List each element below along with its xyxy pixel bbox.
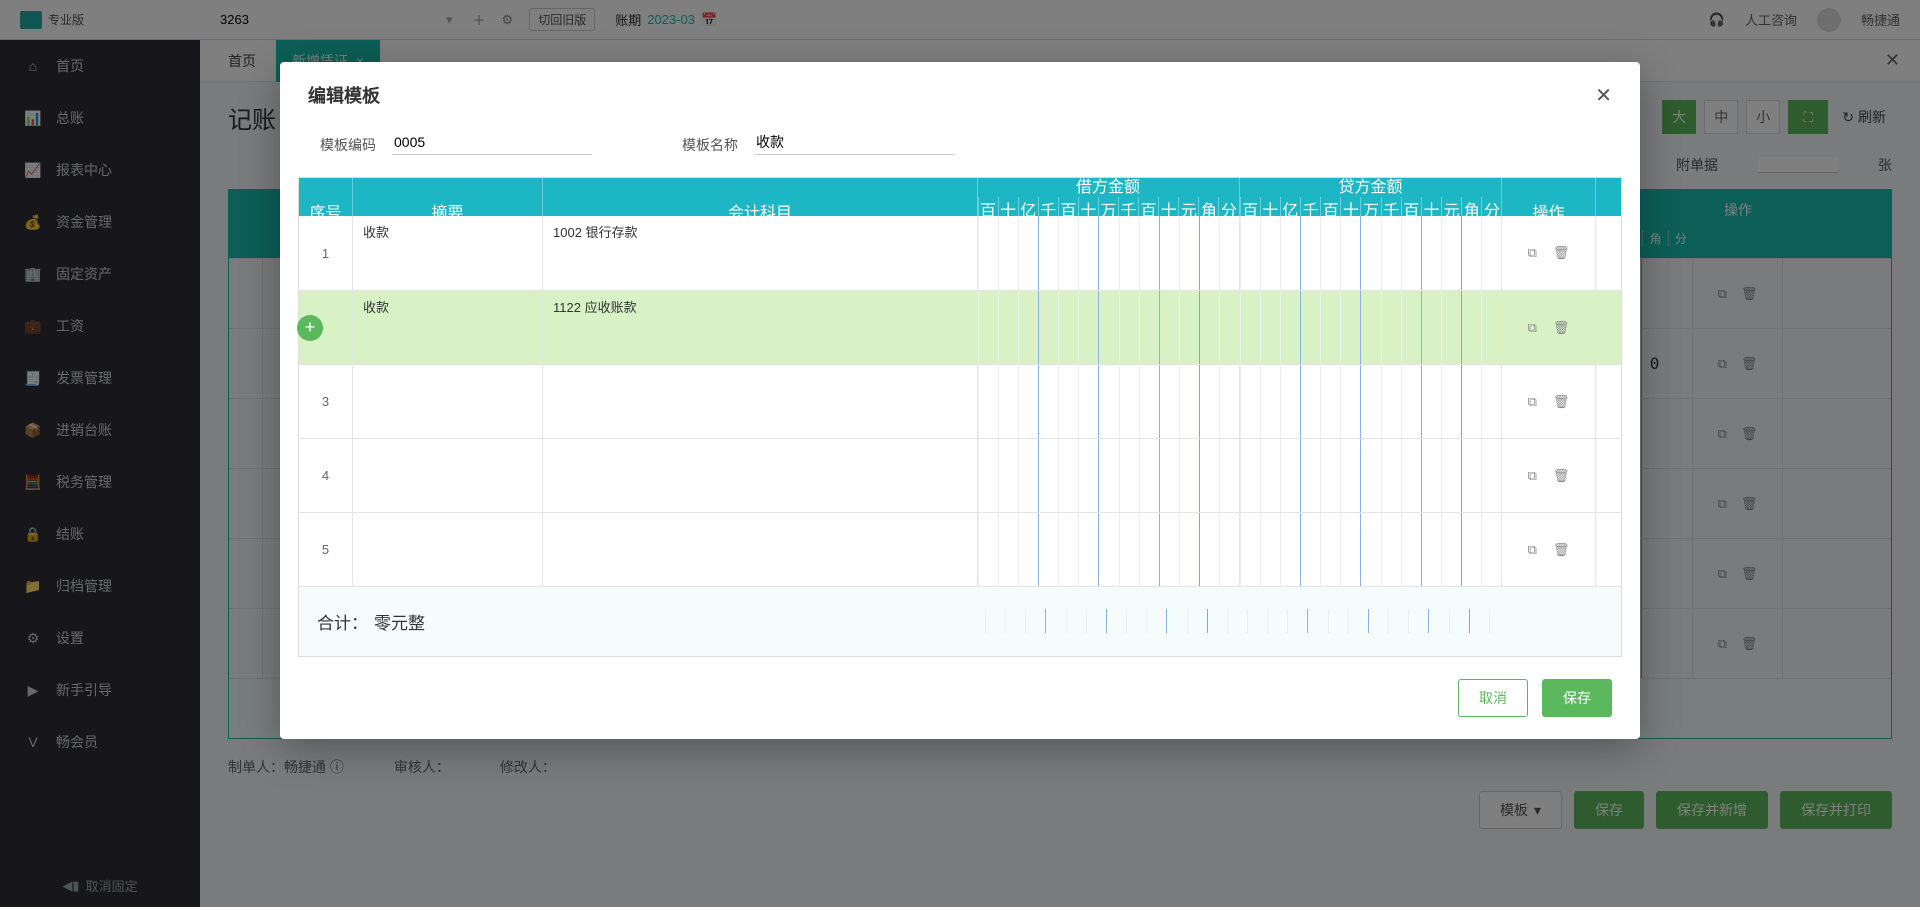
row-subject[interactable] [543, 439, 978, 512]
tpl-name-input[interactable] [754, 130, 954, 155]
template-row[interactable]: 1收款1002 银行存款⧉🗑 [299, 216, 1621, 290]
row-amount[interactable] [978, 439, 1240, 512]
add-row-button[interactable]: + [297, 315, 323, 341]
row-subject[interactable] [543, 513, 978, 586]
copy-icon[interactable]: ⧉ [1528, 245, 1537, 261]
row-amount[interactable] [978, 513, 1240, 586]
delete-icon[interactable]: 🗑 [1553, 245, 1570, 261]
row-amount[interactable] [1240, 513, 1502, 586]
tpl-name-label: 模板名称 [682, 135, 738, 155]
row-amount[interactable] [1240, 216, 1502, 290]
row-summary[interactable]: 收款 [353, 216, 543, 290]
row-subject[interactable]: 1002 银行存款 [543, 216, 978, 290]
delete-icon[interactable]: 🗑 [1553, 468, 1570, 484]
row-amount[interactable] [978, 291, 1240, 364]
cancel-button[interactable]: 取消 [1458, 679, 1528, 717]
row-amount[interactable] [1240, 439, 1502, 512]
modal-title: 编辑模板 [308, 82, 380, 108]
copy-icon[interactable]: ⧉ [1528, 320, 1537, 336]
copy-icon[interactable]: ⧉ [1528, 542, 1537, 558]
row-summary[interactable]: 收款 [353, 291, 543, 364]
template-row[interactable]: 3⧉🗑 [299, 364, 1621, 438]
template-row[interactable]: + 收款1122 应收账款 ⧉ 🗑 [299, 290, 1621, 364]
modal-actions: 取消 保存 [280, 657, 1640, 717]
template-row[interactable]: 4⧉🗑 [299, 438, 1621, 512]
total-row: 合计： 零元整 [299, 586, 1621, 656]
row-summary[interactable] [353, 513, 543, 586]
delete-icon[interactable]: 🗑 [1553, 394, 1570, 410]
edit-template-modal: 编辑模板 ✕ 模板编码 模板名称 序号 摘要 会计科目 [280, 62, 1640, 739]
tpl-code-input[interactable] [392, 130, 592, 155]
template-table: 序号 摘要 会计科目 借方金额 贷方金额 百十亿千百十万千百十元角分 百十亿千百… [298, 177, 1622, 657]
row-amount[interactable] [1240, 365, 1502, 438]
total-text: 零元整 [374, 609, 425, 634]
delete-icon[interactable]: 🗑 [1553, 542, 1570, 558]
col-credit: 贷方金额 [1240, 173, 1502, 197]
row-amount[interactable] [978, 365, 1240, 438]
row-amount[interactable] [978, 216, 1240, 290]
row-subject[interactable]: 1122 应收账款 [543, 291, 978, 364]
tpl-code-label: 模板编码 [320, 135, 376, 155]
delete-icon[interactable]: 🗑 [1553, 320, 1570, 336]
modal-form: 模板编码 模板名称 [280, 122, 1640, 177]
total-label: 合计： [317, 609, 368, 634]
close-icon[interactable]: ✕ [1595, 83, 1612, 108]
row-subject[interactable] [543, 365, 978, 438]
save-button[interactable]: 保存 [1542, 679, 1612, 717]
row-summary[interactable] [353, 365, 543, 438]
row-summary[interactable] [353, 439, 543, 512]
row-amount[interactable] [1240, 291, 1502, 364]
template-row[interactable]: 5⧉🗑 [299, 512, 1621, 586]
copy-icon[interactable]: ⧉ [1528, 394, 1537, 410]
col-debit: 借方金额 [978, 173, 1240, 197]
modal-overlay: 编辑模板 ✕ 模板编码 模板名称 序号 摘要 会计科目 [0, 0, 1920, 907]
copy-icon[interactable]: ⧉ [1528, 468, 1537, 484]
